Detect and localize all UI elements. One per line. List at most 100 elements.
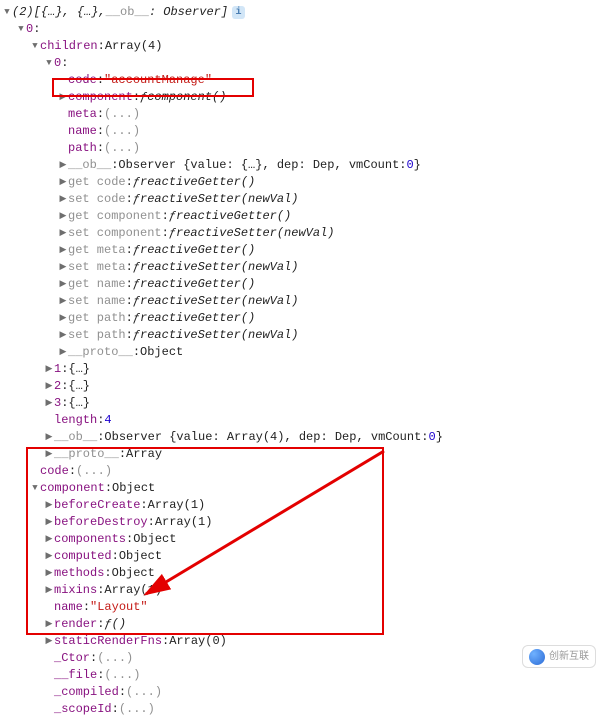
ellipsis-value[interactable]: (...) — [104, 667, 140, 684]
set-name-row[interactable]: set name: ƒ reactiveSetter(newVal) — [2, 293, 600, 310]
name-row[interactable]: name: (...) — [2, 123, 600, 140]
fn-name: reactiveSetter — [176, 225, 277, 242]
chevron-right-icon[interactable] — [44, 548, 54, 565]
render-row[interactable]: render: ƒ () — [2, 616, 600, 633]
set-component-row[interactable]: set component: ƒ reactiveSetter(newVal) — [2, 225, 600, 242]
key: get path — [68, 310, 126, 327]
get-code-row[interactable]: get code: ƒ reactiveGetter() — [2, 174, 600, 191]
set-path-row[interactable]: set path: ƒ reactiveSetter(newVal) — [2, 327, 600, 344]
chevron-right-icon[interactable] — [44, 514, 54, 531]
chevron-right-icon[interactable] — [44, 378, 54, 395]
chevron-right-icon[interactable] — [44, 497, 54, 514]
proto-arr-row[interactable]: __proto__: Array — [2, 446, 600, 463]
staticrenderfns-row[interactable]: staticRenderFns: Array(0) — [2, 633, 600, 650]
outer-code-row[interactable]: code: (...) — [2, 463, 600, 480]
arr-ob-row[interactable]: __ob__: Observer {value: Array(4), dep: … — [2, 429, 600, 446]
idx-0[interactable]: 0: — [2, 21, 600, 38]
get-name-row[interactable]: get name: ƒ reactiveGetter() — [2, 276, 600, 293]
computed-row[interactable]: computed: Object — [2, 548, 600, 565]
fn-glyph: ƒ — [133, 276, 140, 293]
key-meta: meta — [68, 106, 97, 123]
fn-paren: (newVal) — [241, 259, 299, 276]
chevron-right-icon[interactable] — [44, 582, 54, 599]
code-row[interactable]: code: "accountManage" — [2, 72, 600, 89]
ellipsis-value[interactable]: (...) — [119, 701, 155, 718]
chevron-right-icon[interactable] — [58, 327, 68, 344]
ob-row[interactable]: __ob__: Observer {value: {…}, dep: Dep, … — [2, 157, 600, 174]
chevron-right-icon[interactable] — [44, 446, 54, 463]
ellipsis-value[interactable]: (...) — [76, 463, 112, 480]
children-row[interactable]: children: Array(4) — [2, 38, 600, 55]
ellipsis-value[interactable]: (...) — [104, 106, 140, 123]
fn-glyph: ƒ — [169, 225, 176, 242]
mixins-row[interactable]: mixins: Array(1) — [2, 582, 600, 599]
ellipsis-value[interactable]: (...) — [97, 650, 133, 667]
get-path-row[interactable]: get path: ƒ reactiveGetter() — [2, 310, 600, 327]
meta-row[interactable]: meta: (...) — [2, 106, 600, 123]
scopeid-row[interactable]: _scopeId: (...) — [2, 701, 600, 718]
chevron-right-icon[interactable] — [58, 259, 68, 276]
index-label: 0 — [54, 55, 61, 72]
chevron-right-icon[interactable] — [44, 633, 54, 650]
outer-name-row[interactable]: name: "Layout" — [2, 599, 600, 616]
proto-row[interactable]: __proto__: Object — [2, 344, 600, 361]
chevron-down-icon[interactable] — [30, 38, 40, 55]
fn-paren: () — [277, 208, 291, 225]
compiled-row[interactable]: _compiled: (...) — [2, 684, 600, 701]
count-label: (2) — [12, 4, 34, 21]
children-1[interactable]: 1: {…} — [2, 361, 600, 378]
ellipsis-value[interactable]: (...) — [104, 140, 140, 157]
chevron-right-icon[interactable] — [44, 429, 54, 446]
file-row[interactable]: __file: (...) — [2, 667, 600, 684]
chevron-right-icon[interactable] — [58, 208, 68, 225]
chevron-right-icon[interactable] — [58, 276, 68, 293]
chevron-right-icon[interactable] — [58, 225, 68, 242]
chevron-down-icon[interactable] — [30, 480, 40, 497]
chevron-right-icon[interactable] — [58, 344, 68, 361]
set-code-row[interactable]: set code: ƒ reactiveSetter(newVal) — [2, 191, 600, 208]
set-meta-row[interactable]: set meta: ƒ reactiveSetter(newVal) — [2, 259, 600, 276]
chevron-right-icon[interactable] — [58, 89, 68, 106]
chevron-right-icon[interactable] — [44, 531, 54, 548]
fn-glyph: ƒ — [133, 191, 140, 208]
length-row[interactable]: length: 4 — [2, 412, 600, 429]
chevron-right-icon[interactable] — [58, 293, 68, 310]
chevron-down-icon[interactable] — [16, 21, 26, 38]
key-code: code — [68, 72, 97, 89]
get-component-row[interactable]: get component: ƒ reactiveGetter() — [2, 208, 600, 225]
chevron-right-icon[interactable] — [44, 395, 54, 412]
path-row[interactable]: path: (...) — [2, 140, 600, 157]
children-2[interactable]: 2: {…} — [2, 378, 600, 395]
outer-component-row[interactable]: component: Object — [2, 480, 600, 497]
get-meta-row[interactable]: get meta: ƒ reactiveGetter() — [2, 242, 600, 259]
chevron-right-icon[interactable] — [58, 310, 68, 327]
ob-vmcount: 0 — [406, 157, 413, 174]
methods-row[interactable]: methods: Object — [2, 565, 600, 582]
info-icon[interactable]: i — [232, 6, 245, 19]
chevron-right-icon[interactable] — [58, 191, 68, 208]
chevron-down-icon[interactable] — [2, 4, 12, 21]
beforecreate-row[interactable]: beforeCreate: Array(1) — [2, 497, 600, 514]
key: get code — [68, 174, 126, 191]
chevron-right-icon[interactable] — [44, 616, 54, 633]
chevron-right-icon[interactable] — [44, 361, 54, 378]
children-3[interactable]: 3: {…} — [2, 395, 600, 412]
ellipsis-value[interactable]: (...) — [104, 123, 140, 140]
components-row[interactable]: components: Object — [2, 531, 600, 548]
children-0[interactable]: 0: — [2, 55, 600, 72]
ellipsis-value[interactable]: (...) — [126, 684, 162, 701]
ctor-row[interactable]: _Ctor: (...) — [2, 650, 600, 667]
key: beforeCreate — [54, 497, 140, 514]
key-proto: __proto__ — [54, 446, 119, 463]
beforedestroy-row[interactable]: beforeDestroy: Array(1) — [2, 514, 600, 531]
chevron-right-icon[interactable] — [58, 157, 68, 174]
chevron-right-icon[interactable] — [58, 174, 68, 191]
root-header[interactable]: (2) [{…}, {…}, __ob__ : Observer] i — [2, 4, 600, 21]
ob-val: : Observer] — [149, 4, 228, 21]
component-row[interactable]: component: ƒ component() — [2, 89, 600, 106]
value-name: "Layout" — [90, 599, 148, 616]
chevron-right-icon[interactable] — [44, 565, 54, 582]
chevron-right-icon[interactable] — [58, 242, 68, 259]
chevron-down-icon[interactable] — [44, 55, 54, 72]
value-proto: Object — [140, 344, 183, 361]
